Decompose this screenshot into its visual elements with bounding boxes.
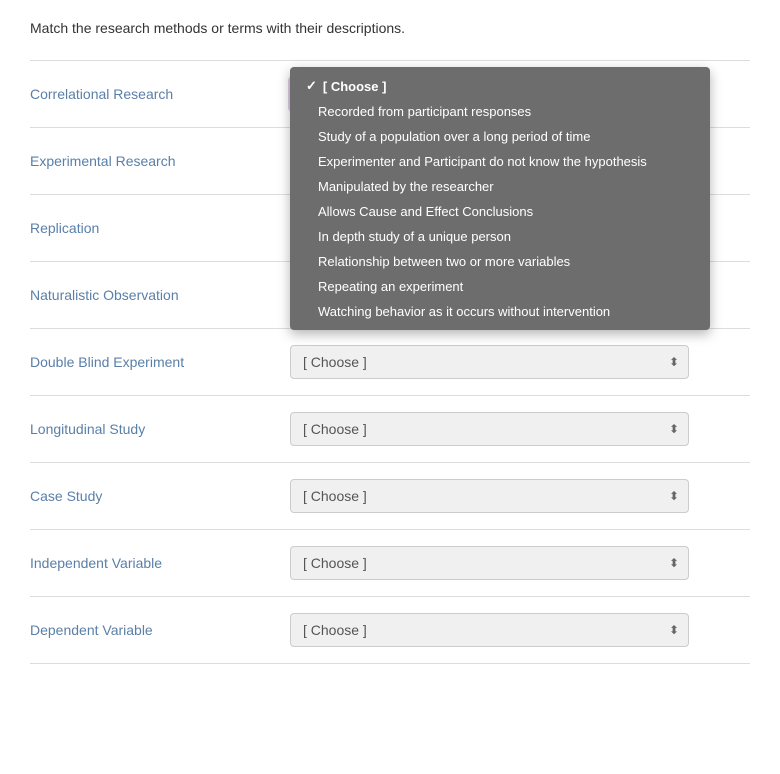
match-table: Correlational Research [ Choose ] Record…	[30, 60, 750, 664]
term-independent: Independent Variable	[30, 555, 290, 571]
menu-item-9[interactable]: Watching behavior as it occurs without i…	[290, 299, 710, 324]
term-experimental: Experimental Research	[30, 153, 290, 169]
menu-item-3[interactable]: Experimenter and Participant do not know…	[290, 149, 710, 174]
select-independent[interactable]: [ Choose ] Recorded from participant res…	[290, 546, 689, 580]
row-double-blind: Double Blind Experiment [ Choose ] Recor…	[30, 328, 750, 395]
term-correlational: Correlational Research	[30, 86, 290, 102]
select-wrapper-double-blind: [ Choose ] Recorded from participant res…	[290, 345, 689, 379]
menu-item-7[interactable]: Relationship between two or more variabl…	[290, 249, 710, 274]
select-wrapper-independent: [ Choose ] Recorded from participant res…	[290, 546, 689, 580]
select-dependent[interactable]: [ Choose ] Recorded from participant res…	[290, 613, 689, 647]
row-independent: Independent Variable [ Choose ] Recorded…	[30, 529, 750, 596]
menu-item-choose[interactable]: [ Choose ]	[290, 73, 710, 99]
term-naturalistic: Naturalistic Observation	[30, 287, 290, 303]
row-longitudinal: Longitudinal Study [ Choose ] Recorded f…	[30, 395, 750, 462]
instruction-text: Match the research methods or terms with…	[30, 20, 750, 36]
select-case-study[interactable]: [ Choose ] Recorded from participant res…	[290, 479, 689, 513]
menu-item-1[interactable]: Recorded from participant responses	[290, 99, 710, 124]
term-replication: Replication	[30, 220, 290, 236]
menu-item-6[interactable]: In depth study of a unique person	[290, 224, 710, 249]
term-double-blind: Double Blind Experiment	[30, 354, 290, 370]
dropdown-menu-correlational[interactable]: [ Choose ] Recorded from participant res…	[290, 67, 710, 330]
term-case-study: Case Study	[30, 488, 290, 504]
select-wrapper-longitudinal: [ Choose ] Recorded from participant res…	[290, 412, 689, 446]
select-wrapper-case-study: [ Choose ] Recorded from participant res…	[290, 479, 689, 513]
menu-item-2[interactable]: Study of a population over a long period…	[290, 124, 710, 149]
select-longitudinal[interactable]: [ Choose ] Recorded from participant res…	[290, 412, 689, 446]
term-dependent: Dependent Variable	[30, 622, 290, 638]
dropdown-container-correlational: [ Choose ] Recorded from participant res…	[290, 77, 689, 111]
select-double-blind[interactable]: [ Choose ] Recorded from participant res…	[290, 345, 689, 379]
menu-item-8[interactable]: Repeating an experiment	[290, 274, 710, 299]
term-longitudinal: Longitudinal Study	[30, 421, 290, 437]
row-case-study: Case Study [ Choose ] Recorded from part…	[30, 462, 750, 529]
menu-item-5[interactable]: Allows Cause and Effect Conclusions	[290, 199, 710, 224]
row-correlational: Correlational Research [ Choose ] Record…	[30, 60, 750, 127]
menu-item-4[interactable]: Manipulated by the researcher	[290, 174, 710, 199]
row-dependent: Dependent Variable [ Choose ] Recorded f…	[30, 596, 750, 664]
select-wrapper-dependent: [ Choose ] Recorded from participant res…	[290, 613, 689, 647]
